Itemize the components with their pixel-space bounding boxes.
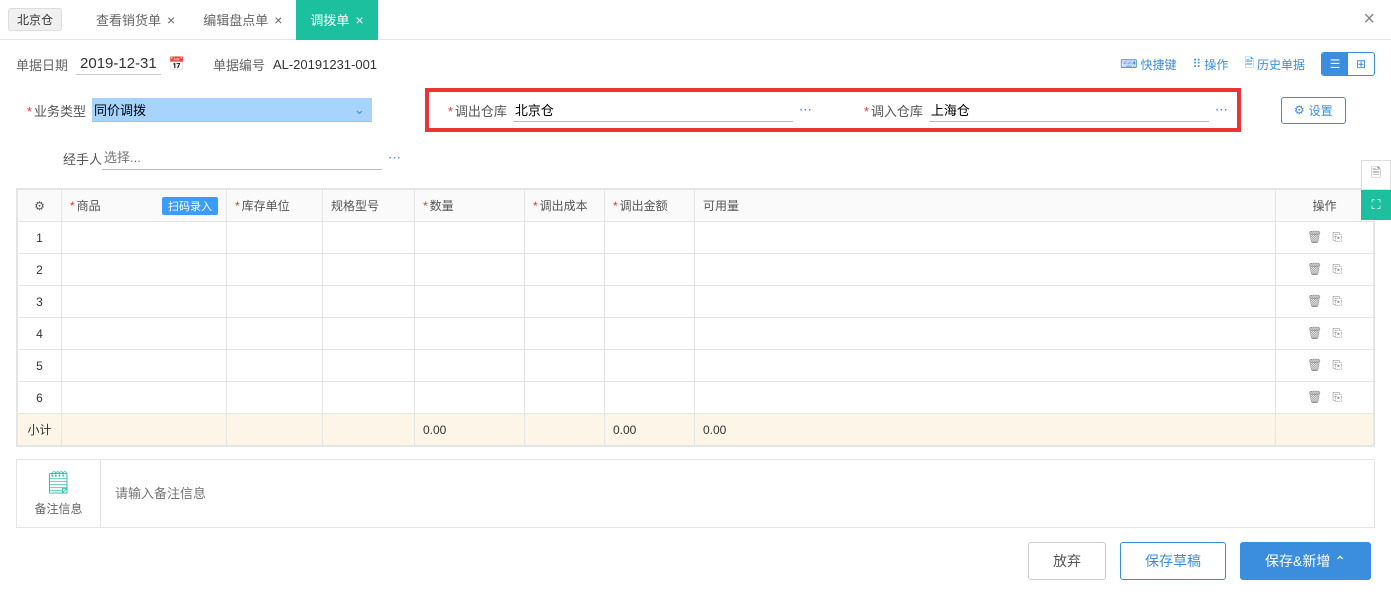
in-wh-input[interactable] (929, 98, 1209, 122)
settings-button[interactable]: ⚙ 设置 (1281, 97, 1346, 124)
table: ⚙ *商品扫码录入 *库存单位 规格型号 *数量 *调出成本 *调出金额 可用量… (16, 188, 1375, 447)
chevron-up-icon: ⌃ (1334, 553, 1346, 569)
date-label: 单据日期 (16, 55, 68, 74)
header-row: 单据日期 2019-12-31 📅 单据编号 AL-20191231-001 ⌨… (0, 40, 1391, 84)
tab-label: 调拨单 (310, 10, 349, 29)
tab-label: 编辑盘点单 (203, 10, 268, 29)
side-icons: 🗎 ⛶ (1361, 160, 1391, 220)
discard-button[interactable]: 放弃 (1028, 542, 1106, 580)
delete-icon[interactable]: 🗑 (1307, 390, 1322, 405)
col-avail: 可用量 (695, 190, 1276, 222)
side-note-icon[interactable]: 🗎 (1361, 160, 1391, 190)
col-cost: *调出成本 (525, 190, 605, 222)
copy-icon[interactable]: ⎘ (1332, 390, 1342, 405)
delete-icon[interactable]: 🗑 (1307, 262, 1322, 277)
remark-input[interactable] (101, 460, 1374, 527)
tab-transfer[interactable]: 调拨单 × (296, 0, 377, 40)
side-expand-icon[interactable]: ⛶ (1361, 190, 1391, 220)
link-text: 快捷键 (1141, 56, 1177, 73)
history-link[interactable]: 🗎 历史单据 (1244, 54, 1305, 75)
tab-edit-inventory[interactable]: 编辑盘点单 × (189, 0, 296, 40)
close-icon[interactable]: × (355, 12, 363, 28)
view-grid-icon[interactable]: ⊞ (1348, 53, 1374, 75)
save-new-button[interactable]: 保存&新增 ⌃ (1240, 542, 1371, 580)
col-amount: *调出金额 (605, 190, 695, 222)
btn-text: 设置 (1309, 102, 1333, 119)
table-row[interactable]: 4 🗑 ⎘ (18, 318, 1374, 350)
link-text: 历史单据 (1257, 56, 1305, 73)
biz-type-input[interactable] (92, 98, 372, 122)
page-close-icon[interactable]: × (1355, 8, 1383, 31)
copy-icon[interactable]: ⎘ (1332, 262, 1342, 277)
doc-no-label: 单据编号 (213, 55, 265, 74)
copy-icon[interactable]: ⎘ (1332, 326, 1342, 341)
table-row[interactable]: 1 🗑 ⎘ (18, 222, 1374, 254)
row-index: 1 (18, 222, 62, 254)
subtotal-amount: 0.00 (605, 414, 695, 446)
tab-label: 查看销货单 (96, 10, 161, 29)
table-row[interactable]: 5 🗑 ⎘ (18, 350, 1374, 382)
view-toggle: ☰ ⊞ (1321, 52, 1375, 76)
subtotal-row: 小计 0.00 0.00 0.00 (18, 414, 1374, 446)
row-index: 2 (18, 254, 62, 286)
view-list-icon[interactable]: ☰ (1322, 53, 1348, 75)
delete-icon[interactable]: 🗑 (1307, 230, 1322, 245)
handler-input[interactable] (102, 146, 382, 170)
note-icon: 🗒 (17, 470, 100, 496)
highlight-box: *调出仓库 ⋯ *调入仓库 ⋯ (425, 88, 1241, 132)
col-spec: 规格型号 (323, 190, 415, 222)
table-row[interactable]: 6 🗑 ⎘ (18, 382, 1374, 414)
delete-icon[interactable]: 🗑 (1307, 294, 1322, 309)
warehouse-tag[interactable]: 北京仓 (8, 8, 62, 31)
subtotal-qty: 0.00 (415, 414, 525, 446)
chevron-down-icon[interactable]: ⌄ (354, 102, 365, 118)
row-index: 5 (18, 350, 62, 382)
footer: 放弃 保存草稿 保存&新增 ⌃ (0, 528, 1391, 594)
subtotal-avail: 0.00 (695, 414, 1276, 446)
row-index: 6 (18, 382, 62, 414)
table-row[interactable]: 2 🗑 ⎘ (18, 254, 1374, 286)
close-icon[interactable]: × (167, 12, 175, 28)
date-value[interactable]: 2019-12-31 (76, 53, 161, 75)
copy-icon[interactable]: ⎘ (1332, 230, 1342, 245)
row-index: 4 (18, 318, 62, 350)
btn-text: 保存&新增 (1265, 553, 1330, 569)
in-wh-label: *调入仓库 (853, 101, 923, 120)
col-gear[interactable]: ⚙ (18, 190, 62, 222)
remark-area: 🗒 备注信息 (16, 459, 1375, 528)
copy-icon[interactable]: ⎘ (1332, 358, 1342, 373)
top-bar: 北京仓 查看销货单 × 编辑盘点单 × 调拨单 × × (0, 0, 1391, 40)
link-text: 操作 (1204, 56, 1228, 73)
more-icon[interactable]: ⋯ (799, 102, 813, 118)
scan-tag[interactable]: 扫码录入 (162, 197, 218, 215)
form-area: *业务类型 ⌄ *调出仓库 ⋯ *调入仓库 ⋯ ⚙ 设置 经手人 ⋯ (0, 84, 1391, 180)
table-row[interactable]: 3 🗑 ⎘ (18, 286, 1374, 318)
calendar-icon[interactable]: 📅 (169, 56, 185, 72)
col-qty: *数量 (415, 190, 525, 222)
doc-no-value: AL-20191231-001 (273, 57, 377, 72)
out-wh-input[interactable] (513, 98, 793, 122)
col-ops: 操作 (1276, 190, 1374, 222)
delete-icon[interactable]: 🗑 (1307, 358, 1322, 373)
row-index: 3 (18, 286, 62, 318)
delete-icon[interactable]: 🗑 (1307, 326, 1322, 341)
handler-label: 经手人 (46, 149, 102, 168)
close-icon[interactable]: × (274, 12, 282, 28)
biz-type-label: *业务类型 (16, 101, 86, 120)
operate-link[interactable]: ⠿ 操作 (1193, 56, 1229, 73)
copy-icon[interactable]: ⎘ (1332, 294, 1342, 309)
shortcut-link[interactable]: ⌨ 快捷键 (1120, 56, 1176, 73)
more-icon[interactable]: ⋯ (1215, 102, 1229, 118)
tab-view-sales[interactable]: 查看销货单 × (82, 0, 189, 40)
subtotal-label: 小计 (18, 414, 62, 446)
col-product: *商品扫码录入 (62, 190, 227, 222)
col-unit: *库存单位 (227, 190, 323, 222)
gear-icon[interactable]: ⚙ (34, 199, 45, 213)
save-draft-button[interactable]: 保存草稿 (1120, 542, 1226, 580)
out-wh-label: *调出仓库 (437, 101, 507, 120)
remark-label: 备注信息 (17, 500, 100, 517)
more-icon[interactable]: ⋯ (388, 150, 402, 166)
